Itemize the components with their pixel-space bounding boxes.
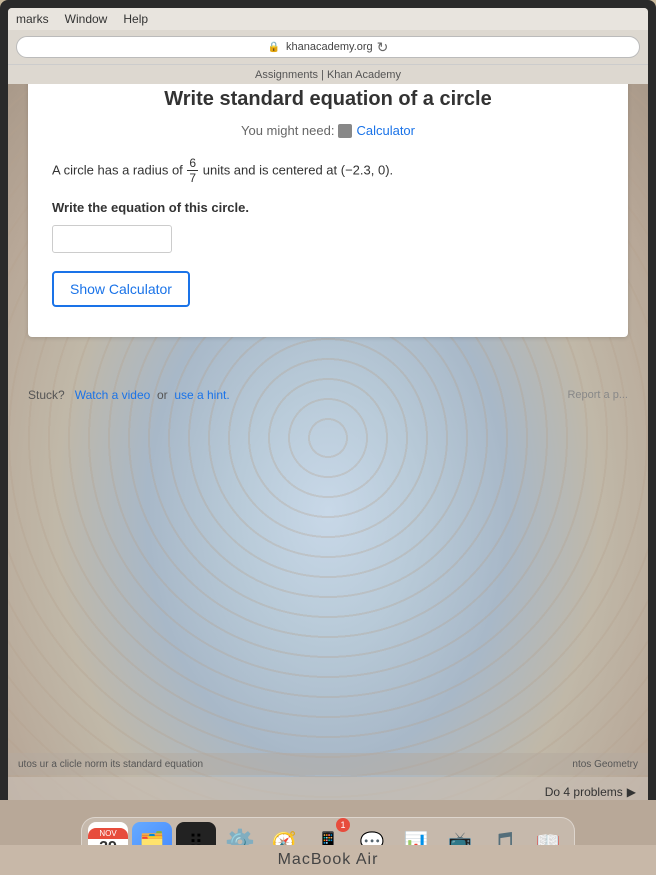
cursor-icon: ▶ [627, 785, 636, 799]
page-title: Write standard equation of a circle [52, 88, 604, 111]
menu-marks[interactable]: marks [16, 12, 49, 26]
show-calculator-button[interactable]: Show Calculator [52, 271, 190, 307]
stuck-label: Stuck? [28, 388, 65, 402]
calculator-icon [338, 124, 352, 138]
watch-video-link[interactable]: Watch a video [75, 388, 151, 402]
ka-background: Write standard equation of a circle You … [8, 68, 648, 807]
browser-chrome: 🔒 khanacademy.org ↻ Assignments | Khan A… [8, 30, 648, 84]
address-bar[interactable]: 🔒 khanacademy.org ↻ [16, 36, 640, 58]
menu-window[interactable]: Window [65, 12, 108, 26]
scroll-labels: utos ur a clicle norm its standard equat… [8, 753, 648, 775]
lock-icon: 🔒 [268, 42, 280, 53]
might-need-row: You might need: Calculator [52, 123, 604, 138]
scroll-right-label: ntos Geometry [572, 759, 638, 770]
calculator-link[interactable]: Calculator [356, 123, 415, 138]
macbook-label: MacBook Air [0, 845, 656, 875]
write-label: Write the equation of this circle. [52, 200, 604, 215]
url-text: khanacademy.org [286, 41, 373, 53]
browser-toolbar: 🔒 khanacademy.org ↻ [8, 30, 648, 64]
content-card: Write standard equation of a circle You … [28, 68, 628, 337]
report-link[interactable]: Report a p... [567, 389, 628, 401]
fraction-denominator: 7 [187, 171, 198, 185]
screen: marks Window Help 🔒 khanacademy.org ↻ As… [8, 8, 648, 807]
calendar-month: NOV [88, 828, 128, 839]
or-label: or [157, 388, 168, 402]
problem-text-before: A circle has a radius of [52, 162, 183, 177]
use-hint-link[interactable]: use a hint. [174, 388, 229, 402]
do-problems-label: Do 4 problems [545, 785, 623, 799]
menu-help[interactable]: Help [123, 12, 148, 26]
might-need-label: You might need: [241, 123, 334, 138]
answer-input[interactable] [52, 225, 172, 253]
notification-badge: 1 [336, 818, 350, 832]
fraction: 6 7 [187, 156, 198, 186]
fraction-numerator: 6 [187, 156, 198, 171]
problem-statement: A circle has a radius of 6 7 units and i… [52, 156, 604, 186]
problem-text-after: units and is centered at (−2.3, 0). [203, 162, 393, 177]
stuck-row: Stuck? Watch a video or use a hint. Repo… [28, 388, 628, 402]
menubar: marks Window Help [8, 8, 648, 30]
breadcrumb: Assignments | Khan Academy [8, 64, 648, 84]
refresh-button[interactable]: ↻ [377, 39, 389, 56]
laptop-frame: marks Window Help 🔒 khanacademy.org ↻ As… [0, 0, 656, 815]
scroll-left-label: utos ur a clicle norm its standard equat… [18, 759, 203, 770]
